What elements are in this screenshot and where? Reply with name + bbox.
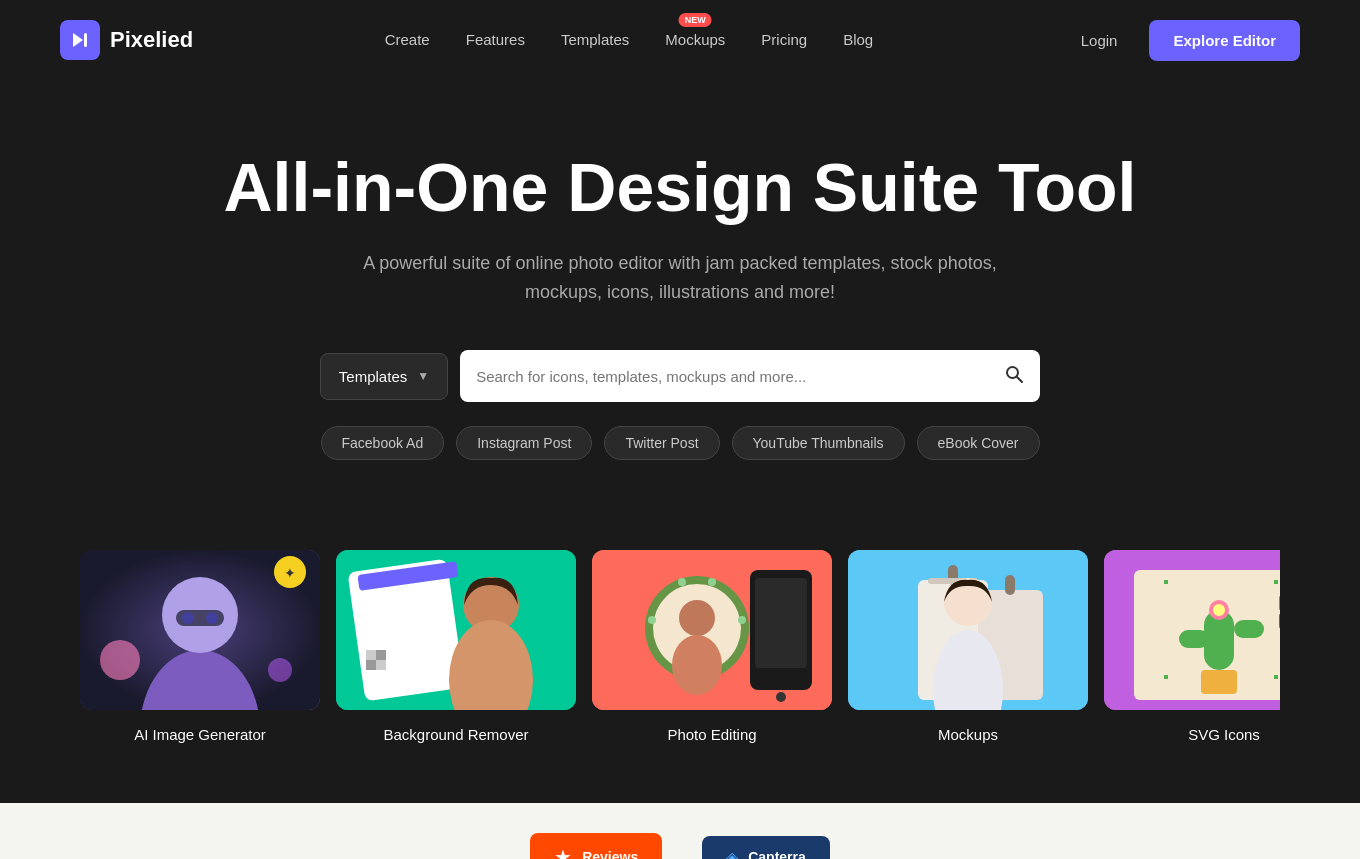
search-area: Templates ▼: [20, 350, 1340, 402]
svg-text:✦: ✦: [284, 565, 296, 581]
card-mockups-image: [848, 550, 1088, 710]
search-input[interactable]: [476, 368, 1004, 385]
bottom-logos: ★ Reviews ◈ Capterra: [0, 803, 1360, 859]
hero-section: All-in-One Design Suite Tool A powerful …: [0, 80, 1360, 550]
hero-subtitle: A powerful suite of online photo editor …: [340, 249, 1020, 307]
nav-features[interactable]: Features: [466, 31, 525, 48]
card-photo-label: Photo Editing: [667, 726, 756, 743]
capterra-icon: ◈: [726, 848, 738, 859]
capterra-label: Capterra: [748, 849, 806, 859]
tags-row: Facebook Ad Instagram Post Twitter Post …: [20, 426, 1340, 460]
capterra-badge: ◈ Capterra: [702, 836, 830, 859]
card-bg-label: Background Remover: [383, 726, 528, 743]
search-box: [460, 350, 1040, 402]
svg-rect-46: [1274, 675, 1278, 679]
search-icon[interactable]: [1004, 364, 1024, 389]
new-badge: NEW: [679, 13, 712, 27]
card-svg-icons[interactable]: SVG Icons: [1104, 550, 1280, 743]
svg-point-32: [776, 692, 786, 702]
card-ai-label: AI Image Generator: [134, 726, 266, 743]
tag-twitter-post[interactable]: Twitter Post: [604, 426, 719, 460]
nav-pricing[interactable]: Pricing: [761, 31, 807, 48]
svg-rect-53: [1279, 595, 1280, 611]
card-background-remover[interactable]: Background Remover: [336, 550, 576, 743]
tag-facebook-ad[interactable]: Facebook Ad: [321, 426, 445, 460]
logo-icon: [60, 20, 100, 60]
nav-blog[interactable]: Blog: [843, 31, 873, 48]
card-svg-image: [1104, 550, 1280, 710]
tag-youtube-thumbnails[interactable]: YouTube Thumbnails: [732, 426, 905, 460]
search-dropdown-button[interactable]: Templates ▼: [320, 353, 448, 400]
chevron-down-icon: ▼: [417, 369, 429, 383]
cards-section: ✦ AI Image Generator: [0, 550, 1360, 743]
svg-rect-43: [1164, 580, 1168, 584]
tag-instagram-post[interactable]: Instagram Post: [456, 426, 592, 460]
tag-ebook-cover[interactable]: eBook Cover: [917, 426, 1040, 460]
brand-name: Pixelied: [110, 27, 193, 53]
svg-rect-55: [1279, 613, 1280, 629]
card-svg-label: SVG Icons: [1188, 726, 1260, 743]
svg-point-10: [100, 640, 140, 680]
svg-rect-49: [1234, 620, 1264, 638]
svg-rect-20: [376, 660, 386, 670]
navbar: Pixelied Create Features Templates NEW M…: [0, 0, 1360, 80]
svg-point-29: [708, 578, 716, 586]
svg-rect-44: [1274, 580, 1278, 584]
svg-point-27: [738, 616, 746, 624]
reviews-label: Reviews: [582, 849, 638, 859]
svg-rect-17: [366, 650, 376, 660]
card-mockups-label: Mockups: [938, 726, 998, 743]
svg-rect-0: [84, 33, 87, 47]
logo-area: Pixelied: [60, 20, 193, 60]
hero-title: All-in-One Design Suite Tool: [20, 150, 1340, 225]
nav-create[interactable]: Create: [385, 31, 430, 48]
login-button[interactable]: Login: [1065, 24, 1134, 57]
svg-rect-31: [755, 578, 807, 668]
nav-mockups[interactable]: Mockups: [665, 31, 725, 48]
svg-point-51: [1213, 604, 1225, 616]
svg-rect-18: [376, 650, 386, 660]
card-ai-image: ✦: [80, 550, 320, 710]
nav-links: Create Features Templates NEW Mockups Pr…: [385, 31, 874, 49]
card-mockups[interactable]: Mockups: [848, 550, 1088, 743]
card-ai-image-generator[interactable]: ✦ AI Image Generator: [80, 550, 320, 743]
card-photo-image: [592, 550, 832, 710]
svg-rect-48: [1179, 630, 1209, 648]
navbar-right: Login Explore Editor: [1065, 20, 1300, 61]
svg-point-11: [268, 658, 292, 682]
svg-point-6: [182, 612, 194, 624]
svg-rect-38: [1005, 575, 1015, 595]
svg-rect-52: [1201, 670, 1237, 694]
reviews-badge: ★ Reviews: [530, 833, 662, 859]
svg-point-28: [678, 578, 686, 586]
svg-rect-45: [1164, 675, 1168, 679]
card-bg-image: [336, 550, 576, 710]
card-photo-editing[interactable]: Photo Editing: [592, 550, 832, 743]
nav-templates[interactable]: Templates: [561, 31, 629, 48]
svg-point-7: [206, 612, 218, 624]
svg-point-25: [672, 635, 722, 695]
explore-editor-button[interactable]: Explore Editor: [1149, 20, 1300, 61]
search-dropdown-label: Templates: [339, 368, 407, 385]
svg-point-24: [679, 600, 715, 636]
cards-row: ✦ AI Image Generator: [80, 550, 1280, 743]
reviews-icon: ★: [554, 845, 572, 859]
svg-point-26: [648, 616, 656, 624]
svg-rect-19: [366, 660, 376, 670]
